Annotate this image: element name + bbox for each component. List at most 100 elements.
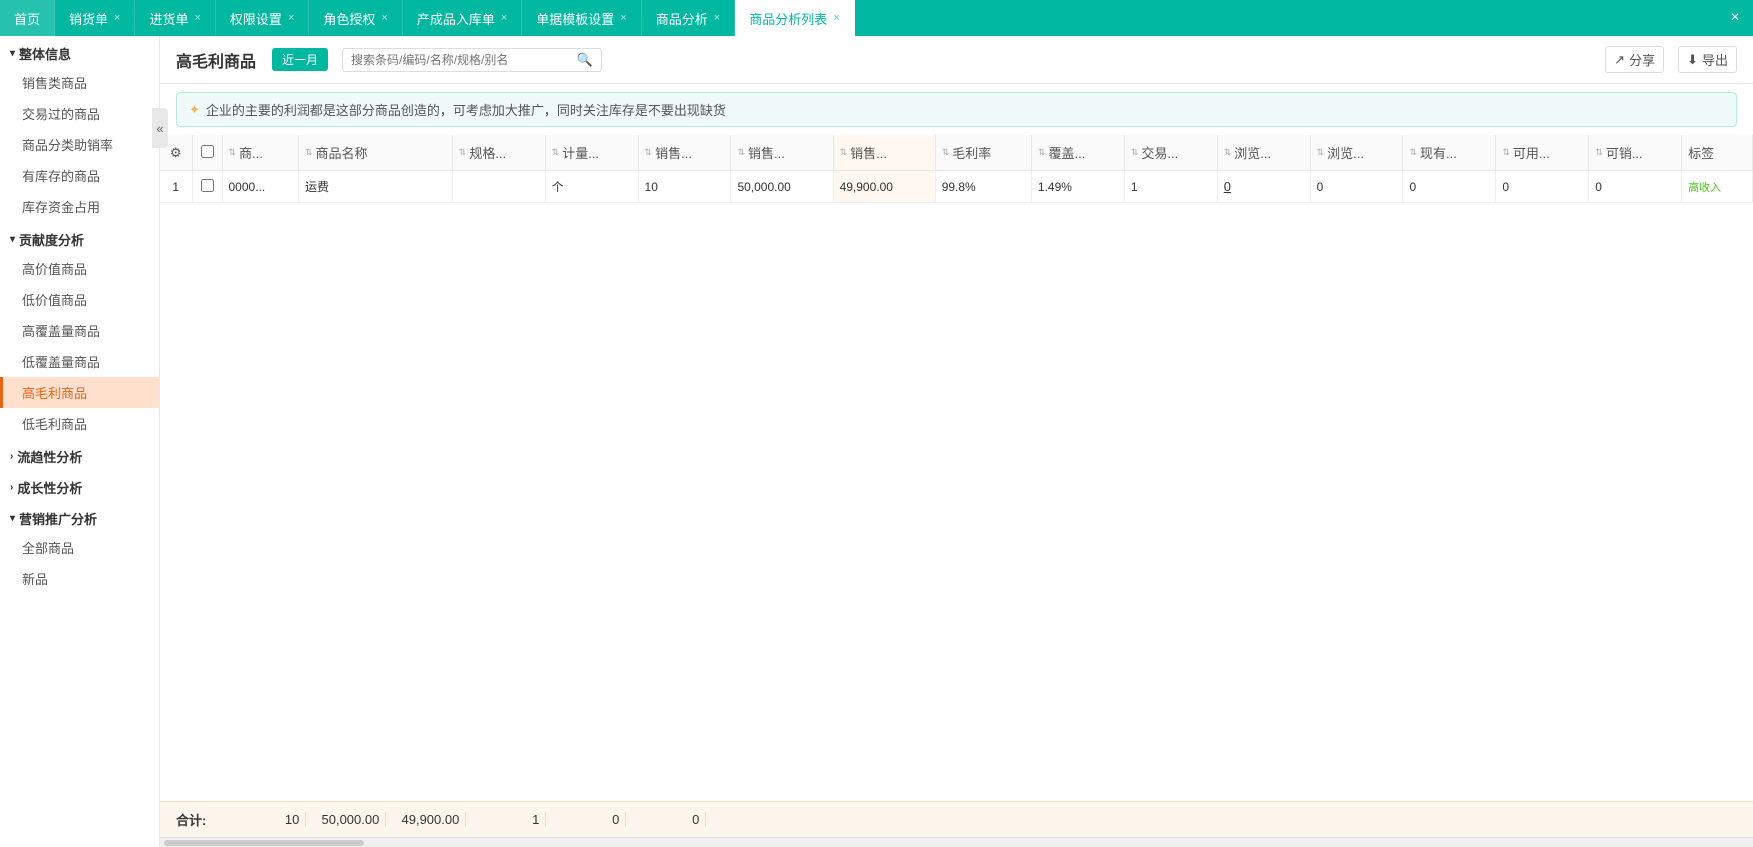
nav-tab-role-auth[interactable]: 角色授权 × [309,0,402,36]
col-sales-cost[interactable]: ⇅ 销售... [833,135,935,171]
sort-icon-13: ⇅ [1409,147,1417,158]
col-checkbox[interactable] [192,135,222,171]
footer-transaction: 1 [466,812,546,827]
sidebar-item-stock-capital[interactable]: 库存资金占用 [0,191,159,222]
table-container: ⚙ ⇅ 商... ⇅ [160,135,1753,801]
nav-tab-purchase[interactable]: 进货单 × [135,0,215,36]
sidebar: ▾ 整体信息 销售类商品 交易过的商品 商品分类助销率 有库存的商品 库存资金占… [0,36,160,847]
col-gross-margin[interactable]: ⇅ 毛利率 [935,135,1031,171]
close-purchase-tab[interactable]: × [194,12,200,24]
footer-sales-qty: 10 [226,812,306,827]
col-browse1[interactable]: ⇅ 浏览... [1217,135,1310,171]
close-analysis-tab[interactable]: × [714,12,720,24]
sidebar-group-growth[interactable]: › 成长性分析 [0,470,159,501]
arrow-down-icon: ▾ [10,48,15,59]
close-analysis-list-tab[interactable]: × [833,12,839,24]
arrow-down-icon-3: ▾ [10,513,15,524]
cell-current: 0 [1403,171,1496,203]
search-box: 🔍 [342,48,602,72]
cell-sales-qty: 10 [638,171,731,203]
sidebar-item-category-rate[interactable]: 商品分类助销率 [0,129,159,160]
cell-browse2: 0 [1310,171,1403,203]
content-panel: 高毛利商品 近一月 🔍 ↗ 分享 ⬇ 导出 ✦ 企业的主要的利润都是这部分商品创… [160,36,1753,847]
search-input[interactable] [351,53,577,67]
page-title: 高毛利商品 [176,48,256,72]
sort-icon: ⇅ [229,147,237,158]
col-sales-qty[interactable]: ⇅ 销售... [638,135,731,171]
sort-icon-9: ⇅ [1038,147,1046,158]
sidebar-item-low-value[interactable]: 低价值商品 [0,284,159,315]
footer-values: 10 50,000.00 49,900.00 1 0 0 [226,812,1737,827]
export-icon: ⬇ [1687,52,1698,68]
close-auth-tab[interactable]: × [288,12,294,24]
sidebar-item-in-stock[interactable]: 有库存的商品 [0,160,159,191]
sort-icon-5: ⇅ [645,147,653,158]
sidebar-item-low-coverage[interactable]: 低覆盖量商品 [0,346,159,377]
select-all-checkbox[interactable] [201,145,214,158]
sidebar-group-marketing[interactable]: ▾ 营销推广分析 [0,501,159,532]
sidebar-item-traded-goods[interactable]: 交易过的商品 [0,98,159,129]
col-name[interactable]: ⇅ 商品名称 [298,135,452,171]
nav-tab-home[interactable]: 首页 [0,0,55,36]
col-transaction[interactable]: ⇅ 交易... [1124,135,1217,171]
row-checkbox[interactable] [201,179,214,192]
cell-transaction: 1 [1124,171,1217,203]
table-row: 1 0000... 运费 个 10 50,000.00 49,900.00 99… [160,171,1753,203]
sidebar-item-new-goods[interactable]: 新品 [0,563,159,594]
close-sales-tab[interactable]: × [114,12,120,24]
col-browse2[interactable]: ⇅ 浏览... [1310,135,1403,171]
close-template-tab[interactable]: × [620,12,626,24]
sidebar-item-high-margin[interactable]: 高毛利商品 [0,377,159,408]
sidebar-item-low-margin[interactable]: 低毛利商品 [0,408,159,439]
cell-sales-cost: 49,900.00 [833,171,935,203]
col-sales-amount[interactable]: ⇅ 销售... [731,135,833,171]
scroll-thumb[interactable] [164,840,364,846]
sidebar-item-sales-goods[interactable]: 销售类商品 [0,67,159,98]
col-tag[interactable]: 标签 [1682,135,1753,171]
cell-name: 运费 [298,171,452,203]
export-button[interactable]: ⬇ 导出 [1678,46,1737,73]
arrow-right-icon: › [10,451,13,462]
sort-icon-6: ⇅ [737,147,745,158]
cell-available: 0 [1496,171,1589,203]
col-coverage[interactable]: ⇅ 覆盖... [1031,135,1124,171]
nav-tab-template-settings[interactable]: 单据模板设置 × [522,0,641,36]
cell-browse1[interactable]: 0 [1217,171,1310,203]
sidebar-group-contribution[interactable]: ▾ 贡献度分析 [0,222,159,253]
col-spec[interactable]: ⇅ 规格... [452,135,545,171]
col-unit[interactable]: ⇅ 计量... [545,135,638,171]
cell-checkbox[interactable] [192,171,222,203]
sort-icon-8: ⇅ [942,147,950,158]
footer-sales-cost: 49,900.00 [386,812,466,827]
sidebar-collapse-button[interactable]: « [152,108,168,148]
horizontal-scrollbar[interactable] [160,837,1753,847]
close-product-entry-tab[interactable]: × [501,12,507,24]
nav-tab-analysis-list[interactable]: 商品分析列表 × [735,0,854,36]
share-button[interactable]: ↗ 分享 [1605,46,1664,73]
col-saleable[interactable]: ⇅ 可销... [1589,135,1682,171]
nav-tab-product-entry[interactable]: 产成品入库单 × [403,0,522,36]
sort-icon-10: ⇅ [1131,147,1139,158]
filter-month-button[interactable]: 近一月 [272,48,328,71]
cell-code: 0000... [222,171,298,203]
sidebar-item-all-goods[interactable]: 全部商品 [0,532,159,563]
close-role-tab[interactable]: × [381,12,387,24]
sidebar-group-overall[interactable]: ▾ 整体信息 [0,36,159,67]
arrow-right-icon-2: › [10,482,13,493]
top-navigation: 首页 销货单 × 进货单 × 权限设置 × 角色授权 × 产成品入库单 × 单据… [0,0,1753,36]
sort-icon-2: ⇅ [305,147,313,158]
footer-available: 0 [626,812,706,827]
tip-text: 企业的主要的利润都是这部分商品创造的，可考虑加大推广，同时关注库存是不要出现缺货 [206,100,726,119]
col-available[interactable]: ⇅ 可用... [1496,135,1589,171]
col-current[interactable]: ⇅ 现有... [1403,135,1496,171]
search-icon[interactable]: 🔍 [577,52,593,68]
sidebar-item-high-coverage[interactable]: 高覆盖量商品 [0,315,159,346]
col-code[interactable]: ⇅ 商... [222,135,298,171]
window-close-button[interactable]: × [1717,0,1753,36]
sidebar-item-high-value[interactable]: 高价值商品 [0,253,159,284]
nav-tab-auth-settings[interactable]: 权限设置 × [216,0,309,36]
cell-gross-margin: 99.8% [935,171,1031,203]
nav-tab-product-analysis[interactable]: 商品分析 × [642,0,735,36]
sidebar-group-trend[interactable]: › 流趋性分析 [0,439,159,470]
nav-tab-sales[interactable]: 销货单 × [55,0,135,36]
